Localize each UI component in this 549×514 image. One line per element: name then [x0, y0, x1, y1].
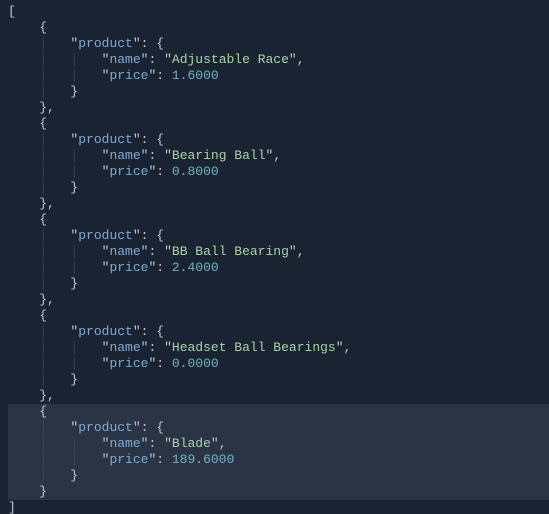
code-line[interactable]: │ │ "name": "BB Ball Bearing", [8, 244, 549, 260]
open-brace: { [156, 324, 164, 339]
code-line[interactable]: { [8, 116, 549, 132]
close-brace: } [70, 468, 78, 483]
json-key-name: name [109, 340, 140, 355]
open-brace: { [39, 404, 47, 419]
json-value-name: Headset Ball Bearings [172, 340, 336, 355]
code-line[interactable]: │ "product": { [8, 228, 549, 244]
json-key-name: name [109, 244, 140, 259]
json-value-price: 0.0000 [172, 356, 219, 371]
code-line[interactable]: { [8, 20, 549, 36]
json-key-name: name [109, 148, 140, 163]
code-line[interactable]: │ "product": { [8, 36, 549, 52]
code-line[interactable]: │ } [8, 180, 549, 196]
code-line[interactable]: │ │ "price": 0.0000 [8, 356, 549, 372]
json-key-name: name [109, 52, 140, 67]
json-value-name: Adjustable Race [172, 52, 289, 67]
close-brace: } [70, 180, 78, 195]
code-line[interactable]: │ │ "price": 0.8000 [8, 164, 549, 180]
open-brace: { [39, 212, 47, 227]
close-brace: } [39, 196, 47, 211]
code-line[interactable]: }, [8, 196, 549, 212]
code-line[interactable]: │ │ "name": "Adjustable Race", [8, 52, 549, 68]
code-line[interactable]: │ │ "price": 189.6000 [8, 452, 549, 468]
json-value-price: 1.6000 [172, 68, 219, 83]
code-line[interactable]: │ │ "name": "Blade", [8, 436, 549, 452]
open-brace: { [156, 228, 164, 243]
json-value-name: Bearing Ball [172, 148, 266, 163]
json-editor[interactable]: [ { │ "product": { │ │ "name": "Adjustab… [0, 0, 549, 514]
code-line[interactable]: }, [8, 388, 549, 404]
code-line[interactable]: │ "product": { [8, 132, 549, 148]
json-key-price: price [109, 356, 148, 371]
close-brace: } [39, 484, 47, 499]
json-key-price: price [109, 68, 148, 83]
open-brace: { [156, 420, 164, 435]
code-line[interactable]: │ │ "price": 2.4000 [8, 260, 549, 276]
code-line[interactable]: │ } [8, 468, 549, 484]
code-line[interactable]: ] [8, 500, 549, 514]
code-line[interactable]: [ [8, 4, 549, 20]
code-line[interactable]: │ │ "name": "Bearing Ball", [8, 148, 549, 164]
code-line[interactable]: │ } [8, 372, 549, 388]
code-line[interactable]: │ "product": { [8, 420, 549, 436]
json-key-product: product [78, 36, 133, 51]
json-key-price: price [109, 260, 148, 275]
close-brace: } [70, 84, 78, 99]
close-brace: } [70, 276, 78, 291]
code-line[interactable]: { [8, 404, 549, 420]
code-line[interactable]: } [8, 484, 549, 500]
json-value-price: 2.4000 [172, 260, 219, 275]
json-key-price: price [109, 452, 148, 467]
open-brace: { [39, 116, 47, 131]
open-brace: { [39, 308, 47, 323]
open-bracket: [ [8, 4, 16, 19]
code-line[interactable]: │ } [8, 84, 549, 100]
close-bracket: ] [8, 500, 16, 514]
close-brace: } [70, 372, 78, 387]
json-key-product: product [78, 132, 133, 147]
json-key-name: name [109, 436, 140, 451]
code-line[interactable]: { [8, 212, 549, 228]
close-brace: } [39, 100, 47, 115]
code-line[interactable]: }, [8, 292, 549, 308]
open-brace: { [156, 36, 164, 51]
code-line[interactable]: │ } [8, 276, 549, 292]
json-value-name: BB Ball Bearing [172, 244, 289, 259]
json-key-product: product [78, 324, 133, 339]
code-line[interactable]: │ │ "price": 1.6000 [8, 68, 549, 84]
json-key-price: price [109, 164, 148, 179]
json-value-name: Blade [172, 436, 211, 451]
json-key-product: product [78, 420, 133, 435]
json-value-price: 0.8000 [172, 164, 219, 179]
code-line[interactable]: │ "product": { [8, 324, 549, 340]
open-brace: { [39, 20, 47, 35]
json-value-price: 189.6000 [172, 452, 234, 467]
close-brace: } [39, 388, 47, 403]
code-line[interactable]: { [8, 308, 549, 324]
close-brace: } [39, 292, 47, 307]
code-line[interactable]: }, [8, 100, 549, 116]
code-line[interactable]: │ │ "name": "Headset Ball Bearings", [8, 340, 549, 356]
open-brace: { [156, 132, 164, 147]
json-key-product: product [78, 228, 133, 243]
